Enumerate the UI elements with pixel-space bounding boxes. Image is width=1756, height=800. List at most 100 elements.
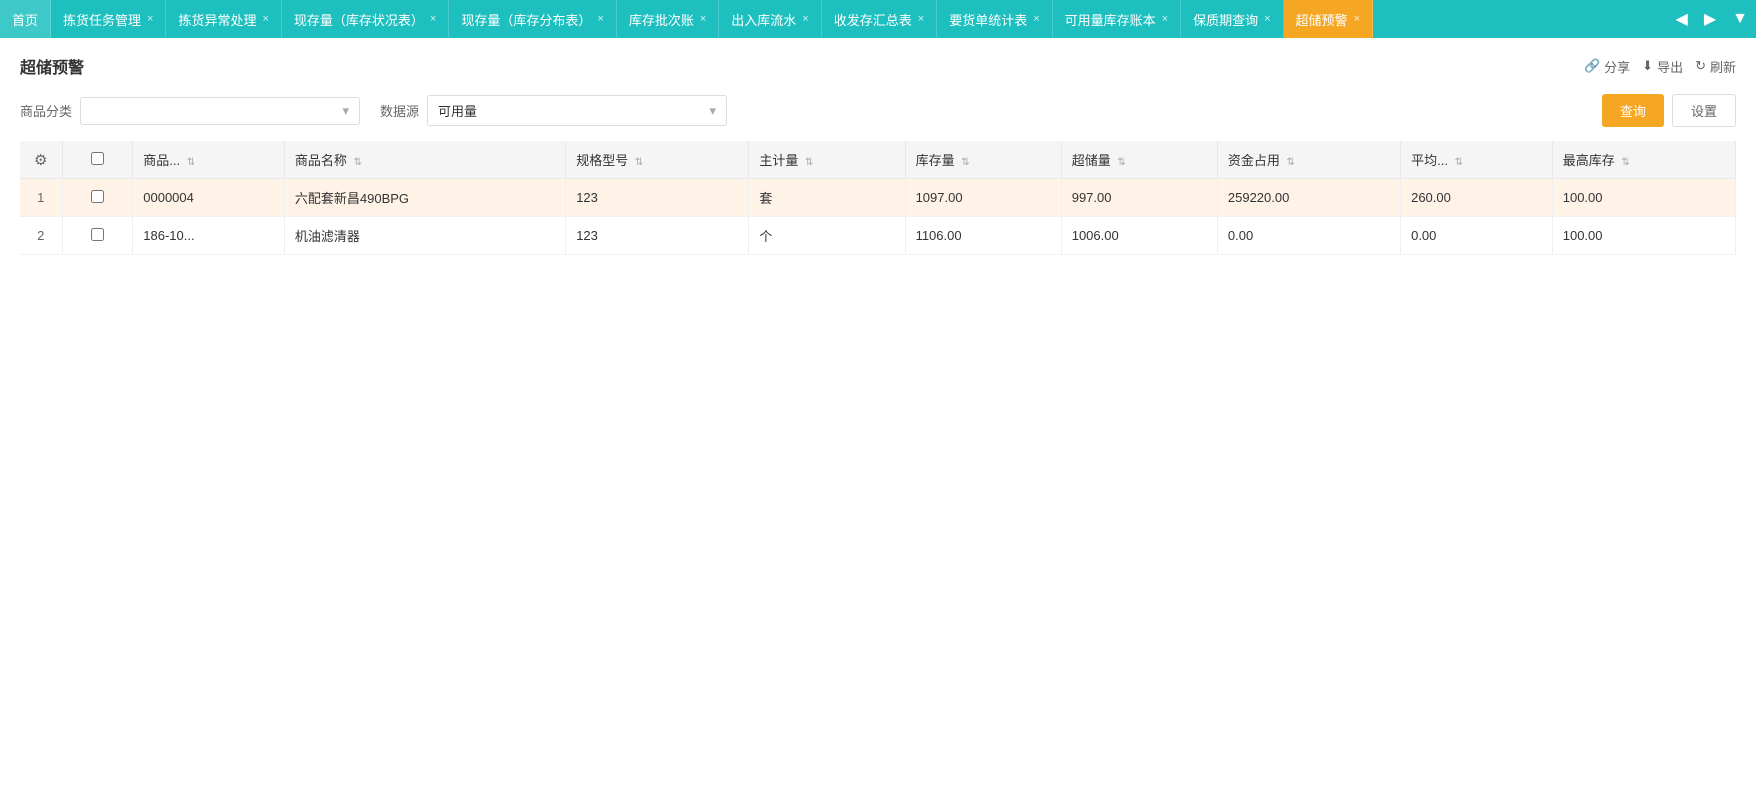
col-product-name: 商品名称 ⇅ [284,141,565,179]
close-icon[interactable]: × [597,13,603,25]
page-title: 超储预警 [20,54,84,78]
cell-product-code: 0000004 [133,179,285,217]
cell-avg: 0.00 [1401,217,1553,255]
row-checkbox-cell [62,217,133,255]
col-over-stock: 超储量 ⇅ [1061,141,1217,179]
close-icon[interactable]: × [262,13,268,25]
nav-item-stock-status[interactable]: 现存量（库存状况表） × [282,0,449,38]
nav-label: 出入库流水 [731,10,796,29]
category-label: 商品分类 [20,101,72,120]
refresh-button[interactable]: ↻ 刷新 [1695,57,1736,76]
col-label: 商品... [143,153,180,168]
cell-unit: 个 [749,217,905,255]
sort-icon[interactable]: ⇅ [1287,157,1295,168]
query-button[interactable]: 查询 [1602,94,1664,127]
sort-icon[interactable]: ⇅ [1455,157,1463,168]
data-table: ⚙ 商品... ⇅ 商品名称 ⇅ 规格型号 ⇅ 主计量 [20,141,1736,255]
nav-item-order-stats[interactable]: 要货单统计表 × [937,0,1052,38]
row-index: 2 [20,217,62,255]
nav-item-expiry[interactable]: 保质期查询 × [1181,0,1283,38]
nav-label: 库存批次账 [629,10,694,29]
export-button[interactable]: ⬇ 导出 [1642,57,1683,76]
settings-icon[interactable]: ⚙ [34,152,47,169]
nav-item-exception[interactable]: 拣货异常处理 × [166,0,281,38]
sort-icon[interactable]: ⇅ [354,157,362,168]
row-checkbox[interactable] [91,228,104,241]
nav-label: 收发存汇总表 [834,10,912,29]
close-icon[interactable]: × [1264,13,1270,25]
nav-label: 首页 [12,10,38,29]
col-avg: 平均... ⇅ [1401,141,1553,179]
select-all-checkbox[interactable] [91,152,104,165]
refresh-label: 刷新 [1710,57,1736,76]
nav-item-stock-dist[interactable]: 现存量（库存分布表） × [449,0,616,38]
nav-item-task-mgmt[interactable]: 拣货任务管理 × [51,0,166,38]
datasource-select[interactable]: 可用量 ▾ [427,95,727,126]
cell-product-code: 186-10... [133,217,285,255]
cell-spec: 123 [566,179,749,217]
refresh-icon: ↻ [1695,58,1706,74]
cell-over-stock: 1006.00 [1061,217,1217,255]
nav-next-icon[interactable]: ▶ [1696,9,1724,29]
col-label: 主计量 [759,153,798,168]
nav-more-icon[interactable]: ▼ [1724,10,1756,28]
nav-item-collect[interactable]: 收发存汇总表 × [822,0,937,38]
cell-spec: 123 [566,217,749,255]
close-icon[interactable]: × [802,13,808,25]
chevron-down-icon: ▾ [710,103,717,119]
close-icon[interactable]: × [430,13,436,25]
close-icon[interactable]: × [700,13,706,25]
cell-product-name: 机油滤清器 [284,217,565,255]
table-header-row: ⚙ 商品... ⇅ 商品名称 ⇅ 规格型号 ⇅ 主计量 [20,141,1736,179]
nav-label: 可用量库存账本 [1065,10,1156,29]
nav-item-flow[interactable]: 出入库流水 × [719,0,821,38]
col-label: 超储量 [1072,153,1111,168]
table-row: 1 0000004 六配套新昌490BPG 123 套 1097.00 997.… [20,179,1736,217]
header-actions: 🔗 分享 ⬇ 导出 ↻ 刷新 [1584,57,1736,76]
nav-label: 现存量（库存分布表） [461,10,591,29]
settings-col-header: ⚙ [20,141,62,179]
top-navigation: 首页 拣货任务管理 × 拣货异常处理 × 现存量（库存状况表） × 现存量（库存… [0,0,1756,38]
nav-label: 现存量（库存状况表） [294,10,424,29]
nav-arrows: ◀ ▶ ▼ [1668,9,1756,29]
close-icon[interactable]: × [1033,13,1039,25]
cell-capital: 0.00 [1217,217,1400,255]
sort-icon[interactable]: ⇅ [635,157,643,168]
col-max-stock: 最高库存 ⇅ [1552,141,1735,179]
col-unit: 主计量 ⇅ [749,141,905,179]
export-icon: ⬇ [1642,58,1653,74]
filter-actions: 查询 设置 [1602,94,1736,127]
close-icon[interactable]: × [1354,13,1360,25]
nav-prev-icon[interactable]: ◀ [1668,9,1696,29]
nav-item-home[interactable]: 首页 [0,0,51,38]
nav-item-overstock[interactable]: 超储预警 × [1284,0,1373,38]
nav-item-batch[interactable]: 库存批次账 × [617,0,719,38]
cell-avg: 260.00 [1401,179,1553,217]
col-label: 最高库存 [1563,153,1615,168]
table-header: ⚙ 商品... ⇅ 商品名称 ⇅ 规格型号 ⇅ 主计量 [20,141,1736,179]
settings-button[interactable]: 设置 [1672,94,1736,127]
col-label: 库存量 [916,153,955,168]
filter-row: 商品分类 ▾ 数据源 可用量 ▾ 查询 设置 [20,94,1736,127]
row-index: 1 [20,179,62,217]
sort-icon[interactable]: ⇅ [1117,157,1125,168]
page-content: 超储预警 🔗 分享 ⬇ 导出 ↻ 刷新 商品分类 ▾ 数据源 [0,38,1756,271]
sort-icon[interactable]: ⇅ [961,157,969,168]
col-capital: 资金占用 ⇅ [1217,141,1400,179]
sort-icon[interactable]: ⇅ [187,157,195,168]
page-header: 超储预警 🔗 分享 ⬇ 导出 ↻ 刷新 [20,54,1736,78]
cell-max-stock: 100.00 [1552,217,1735,255]
col-label: 资金占用 [1228,153,1280,168]
sort-icon[interactable]: ⇅ [1621,157,1629,168]
row-checkbox[interactable] [91,190,104,203]
nav-label: 保质期查询 [1193,10,1258,29]
nav-item-available-stock[interactable]: 可用量库存账本 × [1053,0,1181,38]
sort-icon[interactable]: ⇅ [805,157,813,168]
close-icon[interactable]: × [147,13,153,25]
close-icon[interactable]: × [1162,13,1168,25]
table-row: 2 186-10... 机油滤清器 123 个 1106.00 1006.00 … [20,217,1736,255]
share-button[interactable]: 🔗 分享 [1584,57,1630,76]
close-icon[interactable]: × [918,13,924,25]
cell-over-stock: 997.00 [1061,179,1217,217]
category-select[interactable]: ▾ [80,97,360,125]
